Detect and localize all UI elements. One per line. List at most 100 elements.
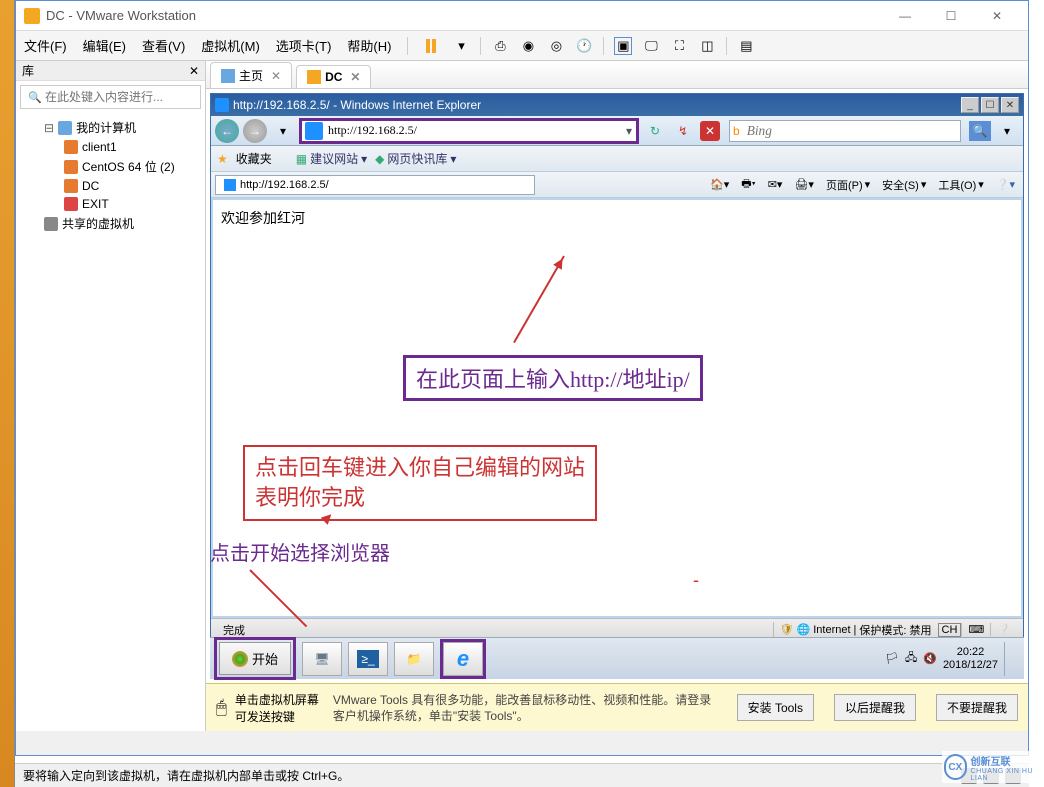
url-input[interactable] <box>326 121 622 140</box>
close-button[interactable]: ✕ <box>974 1 1020 31</box>
page-menu[interactable]: 页面(P) ▾ <box>822 175 874 195</box>
command-bar: 🏠▾ 🖶▾ ✉▾ 🖨▾ 页面(P) ▾ 安全(S) ▾ 工具(O) ▾ ❔▾ <box>535 173 1019 196</box>
view-monitor-icon[interactable]: 🖵 <box>642 37 660 55</box>
menu-tabs[interactable]: 选项卡(T) <box>276 36 332 55</box>
menu-view[interactable]: 查看(V) <box>142 36 185 55</box>
snapshot-icon[interactable]: ◉ <box>519 37 537 55</box>
ie-titlebar: http://192.168.2.5/ - Windows Internet E… <box>211 94 1023 116</box>
ie-page-icon <box>305 122 323 140</box>
search-button[interactable]: 🔍 <box>969 121 991 141</box>
tab-strip: 主页✕ DC✕ <box>206 61 1028 89</box>
page-body-text: 欢迎参加红河 <box>221 208 1013 228</box>
menu-vm[interactable]: 虚拟机(M) <box>201 36 260 55</box>
ie-close-button[interactable]: ✕ <box>1001 97 1019 113</box>
address-bar: ▾ <box>299 118 639 144</box>
windows-orb-icon <box>232 651 248 667</box>
home-icon <box>221 69 235 83</box>
host-left-edge <box>0 0 15 787</box>
library-toggle-icon[interactable]: ▤ <box>737 37 755 55</box>
unity-icon[interactable]: ◫ <box>698 37 716 55</box>
print-button[interactable]: 🖨▾ <box>790 176 818 193</box>
ime-help-icon[interactable]: ❔ <box>990 623 1017 636</box>
forward-button[interactable]: → <box>243 119 267 143</box>
mail-button[interactable]: ✉▾ <box>764 176 787 193</box>
safety-menu[interactable]: 安全(S) ▾ <box>878 175 930 195</box>
tab-dc[interactable]: DC✕ <box>296 65 371 88</box>
tree-item-exit[interactable]: EXIT <box>20 195 201 213</box>
help-button[interactable]: ❔▾ <box>992 176 1019 193</box>
tray-sound-icon[interactable]: 🔇 <box>923 652 937 665</box>
tree-item-centos[interactable]: CentOS 64 位 (2) <box>20 156 201 177</box>
tab-close-icon[interactable]: ✕ <box>271 69 281 83</box>
tree-my-computer[interactable]: ⊟ 我的计算机 <box>20 117 201 138</box>
system-tray: 🏳 🖧 🔇 20:22 2018/12/27 <box>879 642 1020 676</box>
annotation-enter-hint: 点击回车键进入你自己编辑的网站 表明你完成 <box>243 445 597 521</box>
taskbar-explorer[interactable]: 📁 <box>394 642 434 676</box>
clock-icon[interactable]: 🕐 <box>575 37 593 55</box>
tree-shared-vms[interactable]: 共享的虚拟机 <box>20 213 201 234</box>
feeds-button[interactable]: 🖶▾ <box>737 173 759 196</box>
go-button[interactable]: ↻ <box>644 120 666 142</box>
toolbar-icons: ▾ ⎙ ◉ ◎ 🕐 ▣ 🖵 ⛶ ◫ ▤ <box>424 37 755 55</box>
ie-page-tab[interactable]: http://192.168.2.5/ <box>215 175 535 195</box>
start-button-highlight: 开始 <box>214 637 296 680</box>
send-keys-icon[interactable]: ⎙ <box>491 37 509 55</box>
menu-edit[interactable]: 编辑(E) <box>83 36 126 55</box>
view-stretch-icon[interactable]: ▣ <box>614 37 632 55</box>
favorites-label[interactable]: 收藏夹 <box>236 150 272 167</box>
ime-indicator[interactable]: CH <box>938 623 962 637</box>
stop-loading-button[interactable]: ✕ <box>700 121 720 141</box>
tab-close-icon[interactable]: ✕ <box>350 70 360 84</box>
snapshot-manager-icon[interactable]: ◎ <box>547 37 565 55</box>
pause-vm-button[interactable] <box>424 37 442 55</box>
guest-taskbar: 开始 🖥 ≥_ 📁 e 🏳 🖧 🔇 20:22 <box>210 637 1024 679</box>
vmware-workstation-window: DC - VMware Workstation — ☐ ✕ 文件(F) 编辑(E… <box>15 0 1029 756</box>
search-input[interactable] <box>743 121 960 141</box>
library-search-input[interactable] <box>20 85 201 109</box>
arrow-to-url <box>513 256 565 344</box>
ie-window-controls: _ ☐ ✕ <box>961 97 1019 113</box>
home-split-button[interactable]: 🏠▾ <box>706 176 733 193</box>
nav-dropdown[interactable]: ▾ <box>272 120 294 142</box>
minimize-button[interactable]: — <box>882 1 928 31</box>
tools-menu[interactable]: 工具(O) ▾ <box>934 175 987 195</box>
ie-minimize-button[interactable]: _ <box>961 97 979 113</box>
mouse-icon: 🖱 <box>216 697 227 718</box>
tree-item-dc[interactable]: DC <box>20 177 201 195</box>
server-icon: 🖥 <box>314 652 329 666</box>
taskbar-server-manager[interactable]: 🖥 <box>302 642 342 676</box>
remind-later-button[interactable]: 以后提醒我 <box>834 694 916 721</box>
stop-button[interactable]: ↯ <box>672 120 694 142</box>
back-button[interactable]: ← <box>215 119 239 143</box>
url-dropdown[interactable]: ▾ <box>622 124 636 138</box>
tray-clock[interactable]: 20:22 2018/12/27 <box>943 646 998 672</box>
library-search <box>16 81 205 113</box>
maximize-button[interactable]: ☐ <box>928 1 974 31</box>
install-tools-button[interactable]: 安装 Tools <box>737 694 814 721</box>
taskbar-powershell[interactable]: ≥_ <box>348 642 388 676</box>
show-desktop-button[interactable] <box>1004 642 1014 676</box>
vm-guest-screen[interactable]: http://192.168.2.5/ - Windows Internet E… <box>210 93 1024 679</box>
search-dropdown[interactable]: ▾ <box>996 120 1018 142</box>
tray-flag-icon[interactable]: 🏳 <box>885 652 899 665</box>
favorites-star-icon[interactable]: ★ <box>217 152 228 166</box>
web-slice-link[interactable]: ◆网页快讯库 ▾ <box>375 150 456 167</box>
library-header: 库 ✕ <box>16 61 205 81</box>
fullscreen-icon[interactable]: ⛶ <box>670 37 688 55</box>
library-close-icon[interactable]: ✕ <box>189 64 199 78</box>
ime-icon[interactable]: ⌨ <box>961 623 990 636</box>
exit-icon <box>64 197 78 211</box>
menu-help[interactable]: 帮助(H) <box>347 36 391 55</box>
tree-item-client1[interactable]: client1 <box>20 138 201 156</box>
ie-maximize-button[interactable]: ☐ <box>981 97 999 113</box>
toolbar-dropdown[interactable]: ▾ <box>452 37 470 55</box>
start-button[interactable]: 开始 <box>219 642 291 675</box>
taskbar-ie[interactable]: e <box>443 642 483 676</box>
annotation-start-hint: 点击开始选择浏览器 <box>210 537 390 566</box>
tab-home[interactable]: 主页✕ <box>210 62 292 88</box>
tray-network-icon[interactable]: 🖧 <box>905 649 917 668</box>
never-remind-button[interactable]: 不要提醒我 <box>936 694 1018 721</box>
menu-file[interactable]: 文件(F) <box>24 36 67 55</box>
suggested-sites-link[interactable]: ▦建议网站 ▾ <box>296 150 367 167</box>
main-area: 库 ✕ ⊟ 我的计算机 client1 CentOS 64 位 (2) DC E… <box>16 61 1028 731</box>
